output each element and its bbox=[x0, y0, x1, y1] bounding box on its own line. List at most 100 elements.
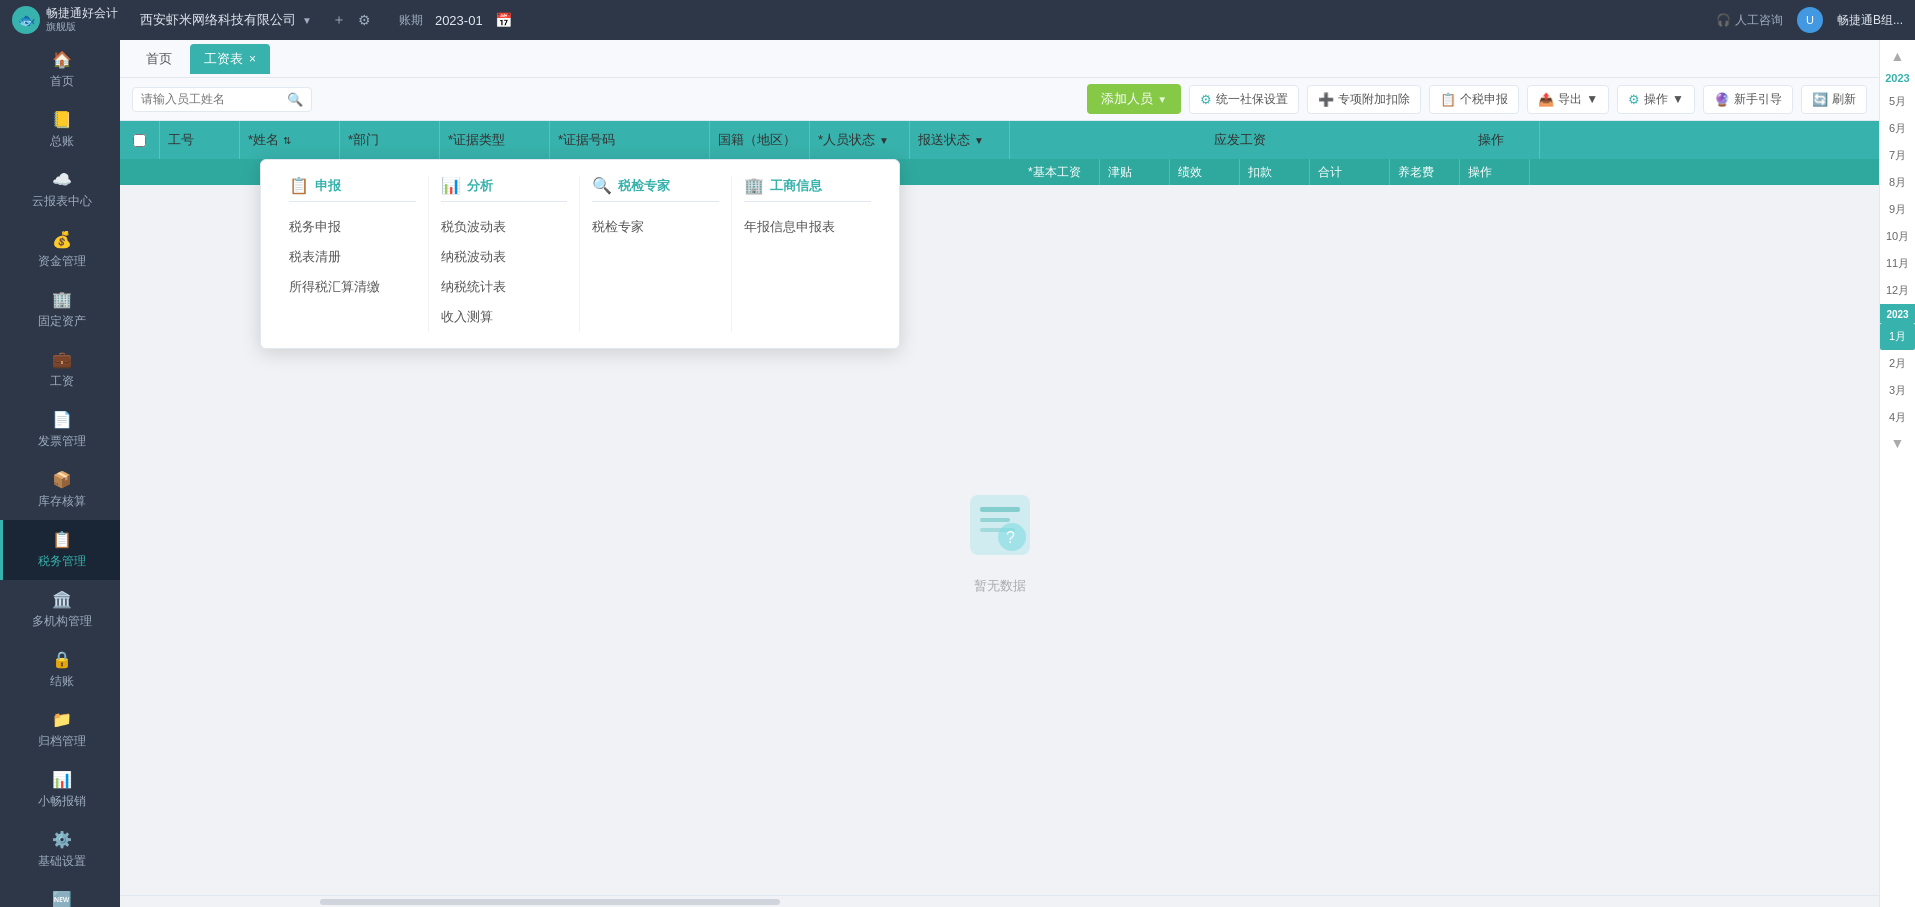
guide-toolbar-icon: 🔮 bbox=[1714, 92, 1730, 107]
analysis-icon: 📊 bbox=[441, 176, 461, 195]
tab-close-icon[interactable]: × bbox=[249, 52, 256, 66]
th-allowance: 津贴 bbox=[1100, 159, 1170, 185]
right-panel-up-arrow[interactable]: ▲ bbox=[1887, 44, 1909, 68]
company-selector[interactable]: 西安虾米网络科技有限公司 ▼ bbox=[140, 11, 312, 29]
sidebar-item-multi[interactable]: 🏛️ 多机构管理 bbox=[0, 580, 120, 640]
plus-icon: ➕ bbox=[1318, 92, 1334, 107]
rp-month-4[interactable]: 4月 bbox=[1880, 404, 1915, 431]
add-company-icon[interactable]: ＋ bbox=[332, 11, 346, 29]
sidebar-item-inventory[interactable]: 📦 库存核算 bbox=[0, 460, 120, 520]
th-pension: 养老费 bbox=[1390, 159, 1460, 185]
filter-icon[interactable]: ▼ bbox=[974, 135, 984, 146]
service-button[interactable]: 🎧 人工咨询 bbox=[1716, 12, 1783, 29]
tax-report-button[interactable]: 📋 个税申报 bbox=[1429, 85, 1519, 114]
search-input[interactable] bbox=[141, 92, 281, 106]
dd-item-tax-burden[interactable]: 税负波动表 bbox=[441, 212, 568, 242]
rp-month-7[interactable]: 7月 bbox=[1880, 142, 1915, 169]
th-status[interactable]: *人员状态 ▼ bbox=[810, 121, 910, 159]
chevron-down-icon: ▼ bbox=[1157, 94, 1167, 105]
rp-month-12[interactable]: 12月 bbox=[1880, 277, 1915, 304]
right-panel-down-arrow[interactable]: ▼ bbox=[1887, 431, 1909, 455]
settings-icon[interactable]: ⚙ bbox=[358, 12, 371, 28]
headset-icon: 🎧 bbox=[1716, 13, 1731, 27]
rp-month-5[interactable]: 5月 bbox=[1880, 88, 1915, 115]
rp-month-11[interactable]: 11月 bbox=[1880, 250, 1915, 277]
th-emp-id: 工号 bbox=[160, 121, 240, 159]
rp-month-1[interactable]: 1月 bbox=[1880, 323, 1915, 350]
rp-month-10[interactable]: 10月 bbox=[1880, 223, 1915, 250]
sidebar-item-settings[interactable]: ⚙️ 基础设置 bbox=[0, 820, 120, 880]
th-dept: *部门 bbox=[340, 121, 440, 159]
horizontal-scrollbar[interactable] bbox=[120, 895, 1879, 907]
add-person-button[interactable]: 添加人员 ▼ bbox=[1087, 84, 1181, 114]
filter-icon[interactable]: ▼ bbox=[879, 135, 889, 146]
sidebar-item-salary[interactable]: 💼 工资 bbox=[0, 340, 120, 400]
chevron-down-icon: ▼ bbox=[302, 15, 312, 26]
sidebar-item-archive[interactable]: 📁 归档管理 bbox=[0, 700, 120, 760]
guide-button[interactable]: 🔮 新手引导 bbox=[1703, 85, 1793, 114]
th-name[interactable]: *姓名 ⇅ bbox=[240, 121, 340, 159]
sidebar-item-tax[interactable]: 📋 税务管理 bbox=[0, 520, 120, 580]
dd-item-income-tax[interactable]: 所得税汇算清缴 bbox=[289, 272, 416, 302]
declare-icon: 📋 bbox=[289, 176, 309, 195]
rp-month-8[interactable]: 8月 bbox=[1880, 169, 1915, 196]
report-icon: 📊 bbox=[52, 770, 72, 789]
right-panel: ▲ 2023 5月 6月 7月 8月 9月 10月 11月 12月 2023 1… bbox=[1879, 40, 1915, 907]
sidebar-item-invoice[interactable]: 📄 发票管理 bbox=[0, 400, 120, 460]
dd-col-title-analysis: 📊 分析 bbox=[441, 176, 568, 202]
th-deduction: 扣款 bbox=[1240, 159, 1310, 185]
dd-item-income-calc[interactable]: 收入测算 bbox=[441, 302, 568, 332]
dd-item-tax-check[interactable]: 税检专家 bbox=[592, 212, 719, 242]
dd-item-tax-declare[interactable]: 税务申报 bbox=[289, 212, 416, 242]
sidebar-item-label: 小畅报销 bbox=[38, 793, 86, 810]
sidebar-item-label: 云报表中心 bbox=[32, 193, 92, 210]
export-button[interactable]: 📤 导出 ▼ bbox=[1527, 85, 1609, 114]
sidebar-item-label: 库存核算 bbox=[38, 493, 86, 510]
search-input-wrap[interactable]: 🔍 bbox=[132, 87, 312, 112]
rp-month-6[interactable]: 6月 bbox=[1880, 115, 1915, 142]
cloud-icon: ☁️ bbox=[52, 170, 72, 189]
sidebar-item-home[interactable]: 🏠 首页 bbox=[0, 40, 120, 100]
table-content: 工号 *姓名 ⇅ *部门 *证据类型 *证据号码 bbox=[120, 121, 1879, 907]
rp-month-2[interactable]: 2月 bbox=[1880, 350, 1915, 377]
user-name[interactable]: 畅捷通B组... bbox=[1837, 12, 1903, 29]
tab-home[interactable]: 首页 bbox=[132, 44, 186, 74]
dd-col-title-declare: 📋 申报 bbox=[289, 176, 416, 202]
select-all-checkbox[interactable] bbox=[133, 134, 146, 147]
sidebar-item-close[interactable]: 🔒 结账 bbox=[0, 640, 120, 700]
social-settings-button[interactable]: ⚙ 统一社保设置 bbox=[1189, 85, 1299, 114]
archive-icon: 📁 bbox=[52, 710, 72, 729]
sidebar: 🏠 首页 📒 总账 ☁️ 云报表中心 💰 资金管理 🏢 固定资产 💼 工资 📄 … bbox=[0, 40, 120, 907]
tax-report-icon: 📋 bbox=[1440, 92, 1456, 107]
th-report-status[interactable]: 报送状态 ▼ bbox=[910, 121, 1010, 159]
rp-month-9[interactable]: 9月 bbox=[1880, 196, 1915, 223]
tab-salary[interactable]: 工资表 × bbox=[190, 44, 270, 74]
dd-item-tax-flow[interactable]: 纳税波动表 bbox=[441, 242, 568, 272]
sidebar-item-label: 税务管理 bbox=[38, 553, 86, 570]
rp-month-3[interactable]: 3月 bbox=[1880, 377, 1915, 404]
chevron-down-icon: ▼ bbox=[1672, 92, 1684, 106]
sidebar-item-label: 归档管理 bbox=[38, 733, 86, 750]
sidebar-item-ledger[interactable]: 📒 总账 bbox=[0, 100, 120, 160]
search-icon: 🔍 bbox=[287, 92, 303, 107]
refresh-button[interactable]: 🔄 刷新 bbox=[1801, 85, 1867, 114]
dd-item-annual-report[interactable]: 年报信息申报表 bbox=[744, 212, 872, 242]
dd-item-tax-stat[interactable]: 纳税统计表 bbox=[441, 272, 568, 302]
operation-button[interactable]: ⚙ 操作 ▼ bbox=[1617, 85, 1695, 114]
sidebar-item-cloud[interactable]: ☁️ 云报表中心 bbox=[0, 160, 120, 220]
sidebar-item-asset[interactable]: 🏢 固定资产 bbox=[0, 280, 120, 340]
sidebar-item-report[interactable]: 📊 小畅报销 bbox=[0, 760, 120, 820]
tax-icon: 📋 bbox=[52, 530, 72, 549]
scrollbar-thumb[interactable] bbox=[320, 899, 780, 905]
dd-item-tax-table[interactable]: 税表清册 bbox=[289, 242, 416, 272]
app-name: 畅捷通好会计 bbox=[46, 6, 118, 20]
tab-bar: 首页 工资表 × bbox=[120, 40, 1879, 78]
sidebar-item-label: 工资 bbox=[50, 373, 74, 390]
refresh-icon: 🔄 bbox=[1812, 92, 1828, 107]
operation-icon: ⚙ bbox=[1628, 92, 1640, 107]
calendar-icon[interactable]: 📅 bbox=[495, 12, 512, 28]
sidebar-item-guide[interactable]: 🆕 新手引导 bbox=[0, 880, 120, 907]
sidebar-item-fund[interactable]: 💰 资金管理 bbox=[0, 220, 120, 280]
main-layout: 🏠 首页 📒 总账 ☁️ 云报表中心 💰 资金管理 🏢 固定资产 💼 工资 📄 … bbox=[0, 40, 1915, 907]
special-deduct-button[interactable]: ➕ 专项附加扣除 bbox=[1307, 85, 1421, 114]
